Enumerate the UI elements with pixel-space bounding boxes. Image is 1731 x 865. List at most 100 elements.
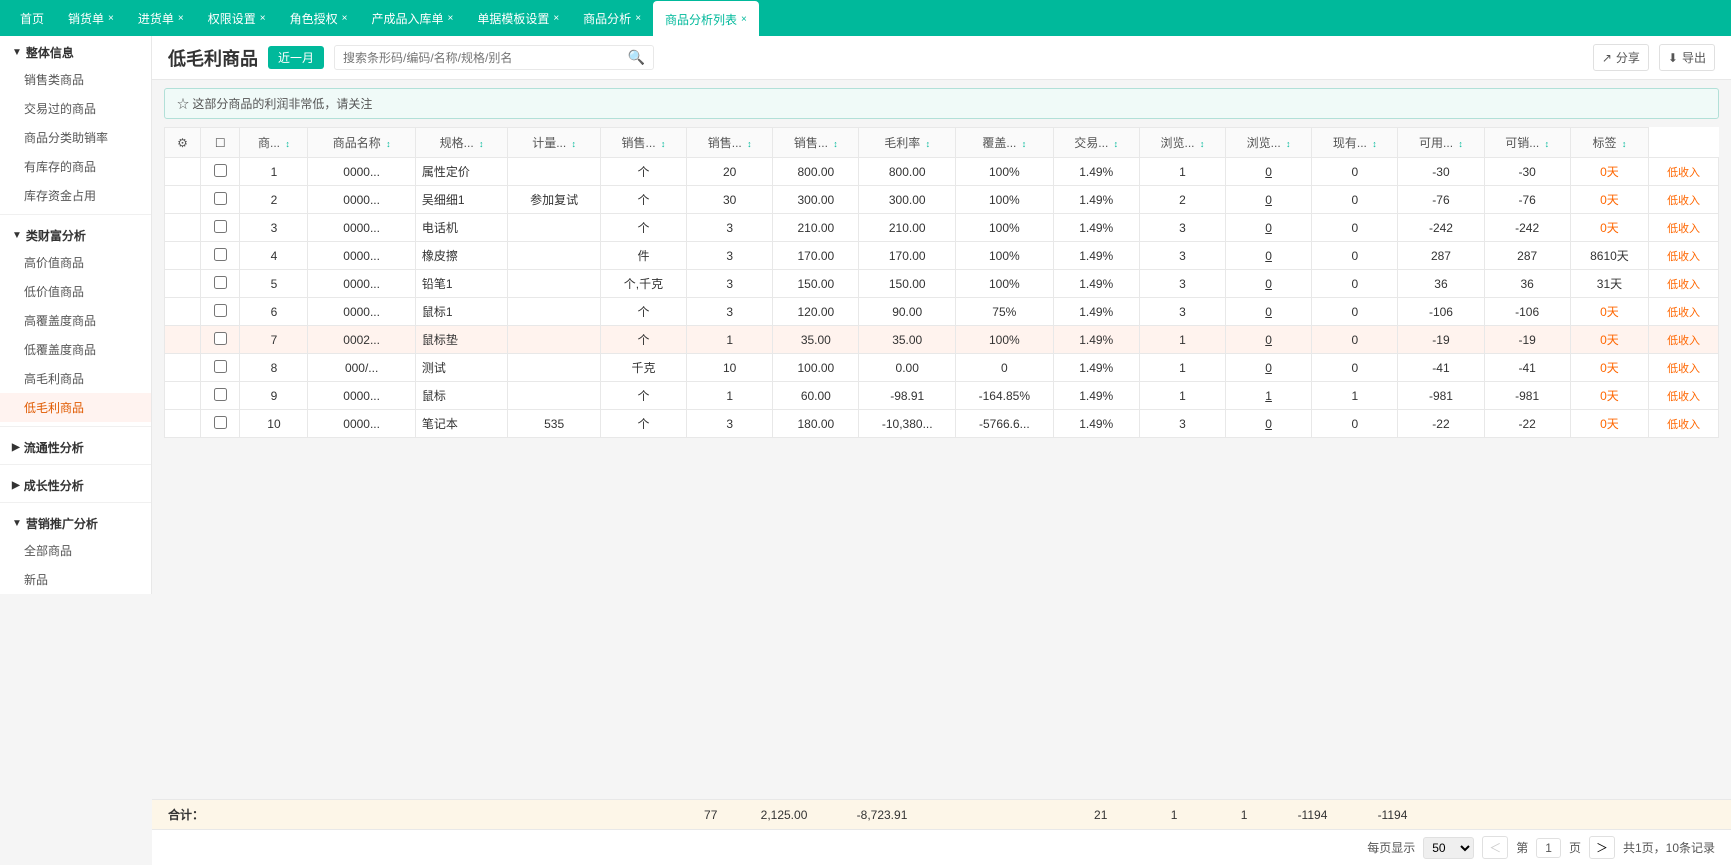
- close-icon[interactable]: ×: [108, 13, 114, 24]
- row-name[interactable]: 笔记本: [415, 410, 508, 438]
- row-view1[interactable]: 0: [1226, 186, 1312, 214]
- row-checkbox[interactable]: [201, 298, 240, 326]
- row-checkbox[interactable]: [201, 158, 240, 186]
- th-spec[interactable]: 规格... ↕: [415, 128, 508, 158]
- sidebar-group-overall[interactable]: ▼ 整体信息: [0, 36, 151, 65]
- sidebar-item-high-coverage[interactable]: 高覆盖度商品: [0, 306, 151, 335]
- th-checkbox[interactable]: ☐: [201, 128, 240, 158]
- next-page-button[interactable]: ＞: [1589, 836, 1615, 859]
- row-view1[interactable]: 1: [1226, 382, 1312, 410]
- row-name[interactable]: 铅笔1: [415, 270, 508, 298]
- th-sales-amount[interactable]: 销售... ↕: [773, 128, 859, 158]
- sidebar-group-growth[interactable]: ▶ 成长性分析: [0, 469, 151, 498]
- page-size-select[interactable]: 50 100 200: [1423, 837, 1474, 859]
- row-checkbox[interactable]: [201, 270, 240, 298]
- sidebar-group-wealth[interactable]: ▼ 类财富分析: [0, 219, 151, 248]
- sidebar-item-in-stock[interactable]: 有库存的商品: [0, 152, 151, 181]
- nav-product-analysis[interactable]: 商品分析 ×: [571, 0, 653, 36]
- nav-template-settings[interactable]: 单据模板设置 ×: [465, 0, 571, 36]
- close-icon[interactable]: ×: [260, 13, 266, 24]
- th-stock-available[interactable]: 可用... ↕: [1398, 128, 1484, 158]
- sidebar-item-new-products[interactable]: 新品: [0, 565, 151, 594]
- row-name[interactable]: 电话机: [415, 214, 508, 242]
- share-button[interactable]: ↗ 分享: [1593, 44, 1649, 71]
- row-view1[interactable]: 0: [1226, 410, 1312, 438]
- sidebar-item-sales-products[interactable]: 销售类商品: [0, 65, 151, 94]
- row-checkbox[interactable]: [201, 214, 240, 242]
- nav-purchase-order[interactable]: 进货单 ×: [126, 0, 196, 36]
- close-icon[interactable]: ×: [342, 13, 348, 24]
- prev-page-button[interactable]: ＜: [1482, 836, 1508, 859]
- th-stock-current[interactable]: 现有... ↕: [1312, 128, 1398, 158]
- th-unit[interactable]: 计量... ↕: [508, 128, 601, 158]
- row-name[interactable]: 测试: [415, 354, 508, 382]
- row-view1[interactable]: 0: [1226, 242, 1312, 270]
- sidebar-item-capital[interactable]: 库存资金占用: [0, 181, 151, 210]
- row-coverage: 1.49%: [1053, 298, 1139, 326]
- sidebar-group-flow[interactable]: ▶ 流通性分析: [0, 431, 151, 460]
- row-gross-margin: -5766.6...: [956, 410, 1054, 438]
- th-tag[interactable]: 标签 ↕: [1570, 128, 1648, 158]
- search-input[interactable]: [343, 51, 622, 65]
- sidebar-item-low-coverage[interactable]: 低覆盖度商品: [0, 335, 151, 364]
- sidebar-item-high-value[interactable]: 高价值商品: [0, 248, 151, 277]
- row-sales-qty: 20: [687, 158, 773, 186]
- search-icon[interactable]: 🔍: [628, 49, 645, 66]
- row-name[interactable]: 橡皮擦: [415, 242, 508, 270]
- nav-role-auth[interactable]: 角色授权 ×: [278, 0, 360, 36]
- row-name[interactable]: 鼠标垫: [415, 326, 508, 354]
- row-name[interactable]: 吴细细1: [415, 186, 508, 214]
- nav-home[interactable]: 首页: [8, 0, 56, 36]
- row-view1[interactable]: 0: [1226, 270, 1312, 298]
- row-checkbox[interactable]: [201, 326, 240, 354]
- close-icon[interactable]: ×: [553, 13, 559, 24]
- export-button[interactable]: ⬇ 导出: [1659, 44, 1715, 71]
- sidebar-item-low-value[interactable]: 低价值商品: [0, 277, 151, 306]
- row-name[interactable]: 鼠标1: [415, 298, 508, 326]
- row-checkbox[interactable]: [201, 410, 240, 438]
- sidebar-item-all-products[interactable]: 全部商品: [0, 536, 151, 565]
- row-view1[interactable]: 0: [1226, 214, 1312, 242]
- th-sales-qty[interactable]: 销售... ↕: [600, 128, 686, 158]
- th-coverage[interactable]: 覆盖... ↕: [956, 128, 1054, 158]
- row-view1[interactable]: 0: [1226, 298, 1312, 326]
- nav-permissions[interactable]: 权限设置 ×: [196, 0, 278, 36]
- row-checkbox[interactable]: [201, 382, 240, 410]
- nav-analysis-list[interactable]: 商品分析列表 ×: [653, 1, 759, 37]
- nav-product-entry[interactable]: 产成品入库单 ×: [359, 0, 465, 36]
- filter-recent-month-button[interactable]: 近一月: [268, 46, 324, 69]
- sidebar-group-marketing[interactable]: ▼ 营销推广分析: [0, 507, 151, 536]
- table-wrapper[interactable]: ⚙ ☐ 商... ↕ 商品名称 ↕ 规格... ↕ 计量... ↕ 销售... …: [152, 119, 1731, 799]
- nav-sales-order[interactable]: 销货单 ×: [56, 0, 126, 36]
- row-view1[interactable]: 0: [1226, 158, 1312, 186]
- row-checkbox[interactable]: [201, 354, 240, 382]
- th-gear[interactable]: ⚙: [165, 128, 201, 158]
- close-icon[interactable]: ×: [447, 13, 453, 24]
- close-icon[interactable]: ×: [178, 13, 184, 24]
- row-name[interactable]: 属性定价: [415, 158, 508, 186]
- sidebar-item-category-rate[interactable]: 商品分类助销率: [0, 123, 151, 152]
- sidebar-item-low-margin[interactable]: 低毛利商品: [0, 393, 151, 422]
- close-icon[interactable]: ×: [635, 13, 641, 24]
- chevron-right-icon: ▶: [12, 442, 20, 453]
- row-checkbox[interactable]: [201, 186, 240, 214]
- sidebar-item-high-margin[interactable]: 高毛利商品: [0, 364, 151, 393]
- th-sellable-days[interactable]: 可销... ↕: [1484, 128, 1570, 158]
- row-checkbox[interactable]: [201, 242, 240, 270]
- th-name[interactable]: 商品名称 ↕: [308, 128, 415, 158]
- sidebar-item-traded-products[interactable]: 交易过的商品: [0, 94, 151, 123]
- th-gross-margin[interactable]: 毛利率 ↕: [859, 128, 956, 158]
- th-sales-price[interactable]: 销售... ↕: [687, 128, 773, 158]
- total-info: 共1页，10条记录: [1623, 839, 1715, 856]
- th-trade-count[interactable]: 交易... ↕: [1053, 128, 1139, 158]
- th-view1[interactable]: 浏览... ↕: [1139, 128, 1225, 158]
- row-name[interactable]: 鼠标: [415, 382, 508, 410]
- content-header: 低毛利商品 近一月 🔍 ↗ 分享 ⬇ 导出: [152, 36, 1731, 80]
- row-no: 5: [240, 270, 308, 298]
- row-code: 0000...: [308, 382, 415, 410]
- row-view1[interactable]: 0: [1226, 326, 1312, 354]
- th-view2[interactable]: 浏览... ↕: [1226, 128, 1312, 158]
- close-icon[interactable]: ×: [741, 14, 747, 25]
- row-view1[interactable]: 0: [1226, 354, 1312, 382]
- th-code[interactable]: 商... ↕: [240, 128, 308, 158]
